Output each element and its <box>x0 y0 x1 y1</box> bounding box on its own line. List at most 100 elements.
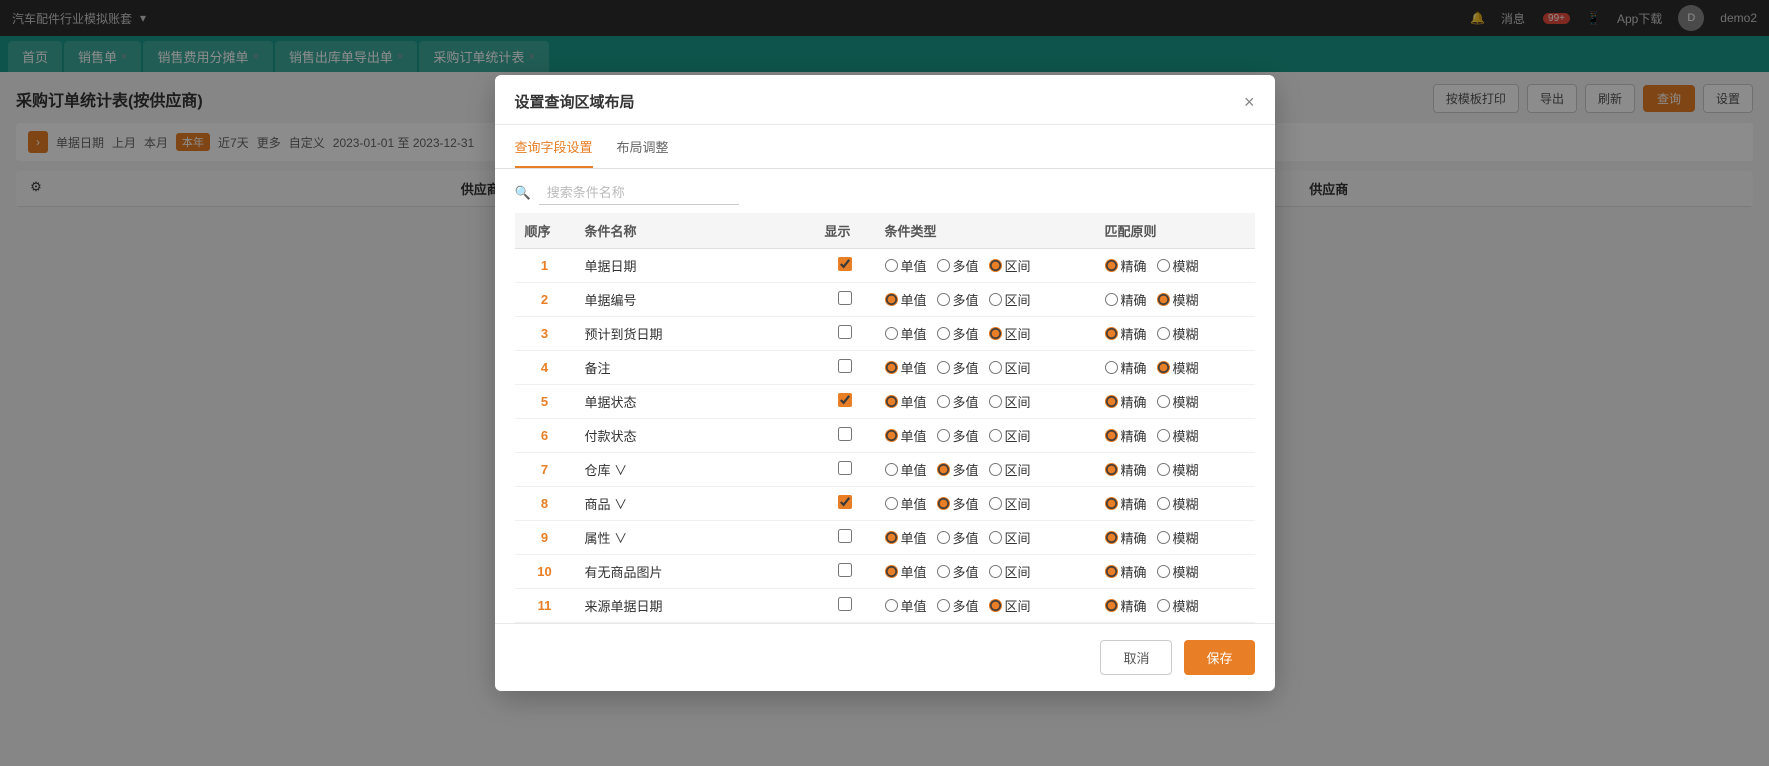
cell-type[interactable]: 单值 多值 区间 <box>875 283 1095 317</box>
display-checkbox[interactable] <box>838 291 852 305</box>
radio-multi[interactable]: 多值 <box>937 290 979 309</box>
radio-single[interactable]: 单值 <box>885 392 927 411</box>
cell-match[interactable]: 精确 模糊 <box>1095 317 1255 351</box>
radio-single-input[interactable] <box>885 463 898 476</box>
radio-single-input[interactable] <box>885 293 898 306</box>
radio-single[interactable]: 单值 <box>885 596 927 615</box>
radio-exact-input[interactable] <box>1105 395 1118 408</box>
cell-type[interactable]: 单值 多值 区间 <box>875 453 1095 487</box>
radio-fuzzy-input[interactable] <box>1157 259 1170 272</box>
radio-exact-input[interactable] <box>1105 463 1118 476</box>
cell-display[interactable] <box>815 351 875 385</box>
radio-single-input[interactable] <box>885 565 898 578</box>
cell-match[interactable]: 精确 模糊 <box>1095 385 1255 419</box>
cell-match[interactable]: 精确 模糊 <box>1095 589 1255 623</box>
radio-exact-input[interactable] <box>1105 259 1118 272</box>
display-checkbox[interactable] <box>838 461 852 475</box>
radio-single[interactable]: 单值 <box>885 290 927 309</box>
radio-single[interactable]: 单值 <box>885 256 927 275</box>
radio-multi-input[interactable] <box>937 565 950 578</box>
radio-exact[interactable]: 精确 <box>1105 460 1147 479</box>
cell-type[interactable]: 单值 多值 区间 <box>875 487 1095 521</box>
radio-multi-input[interactable] <box>937 429 950 442</box>
cell-display[interactable] <box>815 589 875 623</box>
cell-match[interactable]: 精确 模糊 <box>1095 521 1255 555</box>
cell-display[interactable] <box>815 283 875 317</box>
radio-range-input[interactable] <box>989 327 1002 340</box>
radio-fuzzy[interactable]: 模糊 <box>1157 528 1199 547</box>
cell-type[interactable]: 单值 多值 区间 <box>875 351 1095 385</box>
cell-type[interactable]: 单值 多值 区间 <box>875 385 1095 419</box>
cell-match[interactable]: 精确 模糊 <box>1095 487 1255 521</box>
radio-multi-input[interactable] <box>937 395 950 408</box>
cell-display[interactable] <box>815 555 875 589</box>
radio-exact[interactable]: 精确 <box>1105 494 1147 513</box>
cell-display[interactable] <box>815 521 875 555</box>
cell-display[interactable] <box>815 487 875 521</box>
radio-exact-input[interactable] <box>1105 327 1118 340</box>
cell-match[interactable]: 精确 模糊 <box>1095 453 1255 487</box>
radio-multi[interactable]: 多值 <box>937 562 979 581</box>
radio-multi[interactable]: 多值 <box>937 392 979 411</box>
cell-type[interactable]: 单值 多值 区间 <box>875 249 1095 283</box>
radio-single[interactable]: 单值 <box>885 562 927 581</box>
cell-display[interactable] <box>815 419 875 453</box>
radio-multi-input[interactable] <box>937 293 950 306</box>
cell-type[interactable]: 单值 多值 区间 <box>875 521 1095 555</box>
radio-multi[interactable]: 多值 <box>937 256 979 275</box>
radio-exact[interactable]: 精确 <box>1105 324 1147 343</box>
radio-single-input[interactable] <box>885 361 898 374</box>
radio-single[interactable]: 单值 <box>885 460 927 479</box>
cell-display[interactable] <box>815 317 875 351</box>
radio-fuzzy[interactable]: 模糊 <box>1157 256 1199 275</box>
radio-fuzzy-input[interactable] <box>1157 293 1170 306</box>
radio-multi-input[interactable] <box>937 463 950 476</box>
radio-range[interactable]: 区间 <box>989 358 1031 377</box>
radio-single[interactable]: 单值 <box>885 494 927 513</box>
radio-multi[interactable]: 多值 <box>937 494 979 513</box>
radio-exact-input[interactable] <box>1105 531 1118 544</box>
radio-range[interactable]: 区间 <box>989 392 1031 411</box>
tab-query-fields[interactable]: 查询字段设置 <box>515 137 593 168</box>
display-checkbox[interactable] <box>838 495 852 509</box>
radio-multi-input[interactable] <box>937 259 950 272</box>
radio-range[interactable]: 区间 <box>989 562 1031 581</box>
radio-fuzzy[interactable]: 模糊 <box>1157 460 1199 479</box>
cell-match[interactable]: 精确 模糊 <box>1095 283 1255 317</box>
radio-single[interactable]: 单值 <box>885 324 927 343</box>
radio-multi-input[interactable] <box>937 327 950 340</box>
display-checkbox[interactable] <box>838 359 852 373</box>
radio-range-input[interactable] <box>989 361 1002 374</box>
radio-range-input[interactable] <box>989 293 1002 306</box>
radio-range[interactable]: 区间 <box>989 494 1031 513</box>
radio-fuzzy[interactable]: 模糊 <box>1157 358 1199 377</box>
radio-fuzzy-input[interactable] <box>1157 599 1170 612</box>
radio-multi[interactable]: 多值 <box>937 426 979 445</box>
display-checkbox[interactable] <box>838 529 852 543</box>
display-checkbox[interactable] <box>838 393 852 407</box>
radio-exact-input[interactable] <box>1105 361 1118 374</box>
radio-exact-input[interactable] <box>1105 429 1118 442</box>
radio-exact-input[interactable] <box>1105 565 1118 578</box>
radio-exact-input[interactable] <box>1105 497 1118 510</box>
radio-range-input[interactable] <box>989 565 1002 578</box>
radio-multi[interactable]: 多值 <box>937 528 979 547</box>
radio-single-input[interactable] <box>885 429 898 442</box>
radio-exact-input[interactable] <box>1105 293 1118 306</box>
display-checkbox[interactable] <box>838 325 852 339</box>
radio-fuzzy[interactable]: 模糊 <box>1157 324 1199 343</box>
radio-fuzzy-input[interactable] <box>1157 327 1170 340</box>
radio-range[interactable]: 区间 <box>989 528 1031 547</box>
radio-exact[interactable]: 精确 <box>1105 392 1147 411</box>
radio-fuzzy-input[interactable] <box>1157 565 1170 578</box>
cell-type[interactable]: 单值 多值 区间 <box>875 555 1095 589</box>
radio-range-input[interactable] <box>989 259 1002 272</box>
cell-display[interactable] <box>815 453 875 487</box>
radio-exact-input[interactable] <box>1105 599 1118 612</box>
radio-multi[interactable]: 多值 <box>937 460 979 479</box>
radio-multi-input[interactable] <box>937 497 950 510</box>
radio-range-input[interactable] <box>989 497 1002 510</box>
radio-fuzzy-input[interactable] <box>1157 497 1170 510</box>
radio-exact[interactable]: 精确 <box>1105 528 1147 547</box>
radio-multi[interactable]: 多值 <box>937 358 979 377</box>
